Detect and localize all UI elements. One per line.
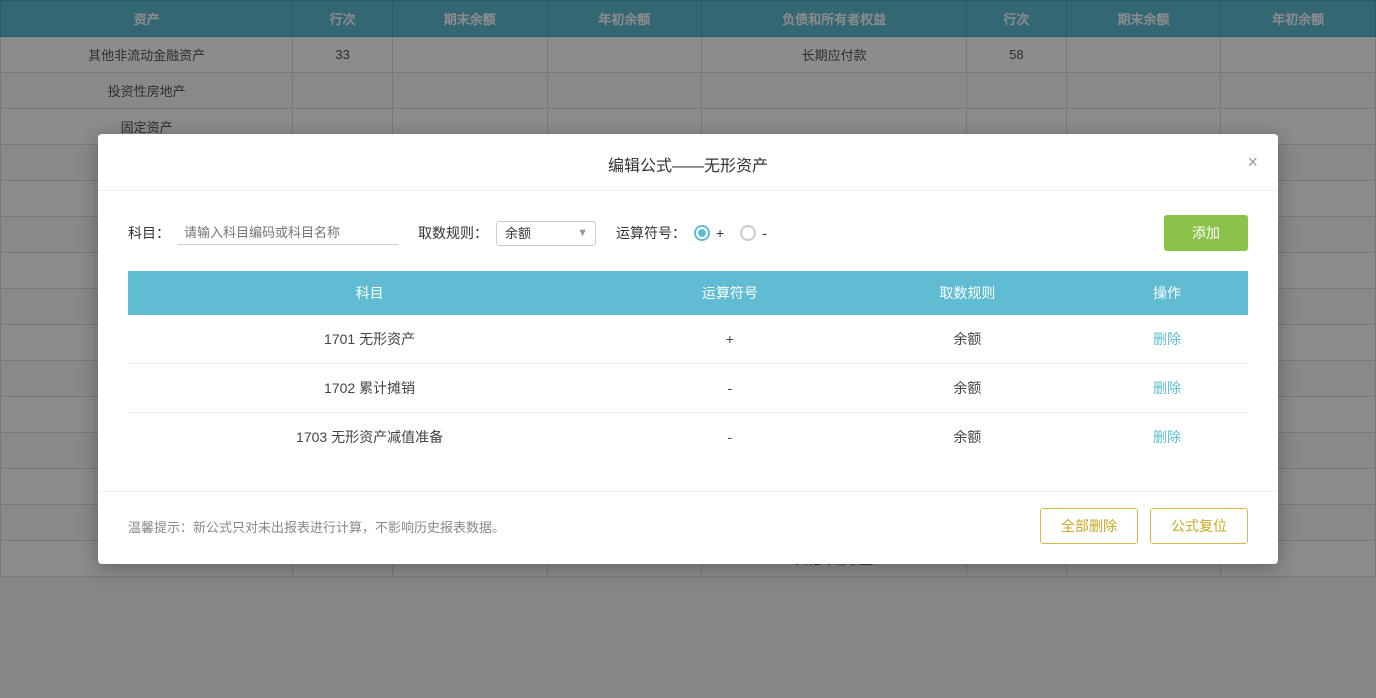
operator-radio-group: + - xyxy=(694,225,767,241)
row2-subject: 1702 累计摊销 xyxy=(128,364,611,413)
modal-footer: 温馨提示：新公式只对未出报表进行计算，不影响历史报表数据。 全部删除 公式复位 xyxy=(98,491,1278,564)
col-rule: 取数规则 xyxy=(849,271,1086,315)
radio-minus-circle xyxy=(740,225,756,241)
rule-group: 取数规则： 余额 借方 贷方 ▼ xyxy=(418,221,596,246)
add-button[interactable]: 添加 xyxy=(1164,215,1248,251)
col-subject: 科目 xyxy=(128,271,611,315)
radio-plus-circle xyxy=(694,225,710,241)
delete-all-button[interactable]: 全部删除 xyxy=(1040,508,1138,544)
subject-input[interactable] xyxy=(178,221,398,245)
row3-delete-link[interactable]: 删除 xyxy=(1153,429,1181,445)
table-row: 1701 无形资产 + 余额 删除 xyxy=(128,315,1248,364)
table-row: 1703 无形资产减值准备 - 余额 删除 xyxy=(128,413,1248,462)
col-action: 操作 xyxy=(1086,271,1248,315)
row3-operator: - xyxy=(611,413,848,462)
rule-label: 取数规则： xyxy=(418,223,488,243)
formula-table: 科目 运算符号 取数规则 操作 1701 无形资产 + 余额 删除 1702 累… xyxy=(128,271,1248,461)
row1-delete-link[interactable]: 删除 xyxy=(1153,331,1181,347)
modal-title: 编辑公式——无形资产 xyxy=(608,158,768,175)
col-operator: 运算符号 xyxy=(611,271,848,315)
operator-plus-label: + xyxy=(716,225,724,241)
rule-select-wrapper: 余额 借方 贷方 ▼ xyxy=(496,221,596,246)
subject-label: 科目： xyxy=(128,223,170,243)
modal-header: 编辑公式——无形资产 × xyxy=(98,134,1278,191)
edit-formula-modal: 编辑公式——无形资产 × 科目： 取数规则： 余额 借方 贷方 ▼ xyxy=(98,134,1278,564)
reset-formula-button[interactable]: 公式复位 xyxy=(1150,508,1248,544)
row2-operator: - xyxy=(611,364,848,413)
modal-close-button[interactable]: × xyxy=(1247,153,1258,171)
hint-text: 温馨提示：新公式只对未出报表进行计算，不影响历史报表数据。 xyxy=(128,517,505,536)
operator-group: 运算符号： + - xyxy=(616,223,767,243)
row3-rule: 余额 xyxy=(849,413,1086,462)
row3-subject: 1703 无形资产减值准备 xyxy=(128,413,611,462)
row1-operator: + xyxy=(611,315,848,364)
row2-delete-link[interactable]: 删除 xyxy=(1153,380,1181,396)
row2-rule: 余额 xyxy=(849,364,1086,413)
modal-body: 科目： 取数规则： 余额 借方 贷方 ▼ 运算符号： xyxy=(98,191,1278,481)
footer-buttons: 全部删除 公式复位 xyxy=(1040,508,1248,544)
row1-rule: 余额 xyxy=(849,315,1086,364)
table-row: 1702 累计摊销 - 余额 删除 xyxy=(128,364,1248,413)
row1-subject: 1701 无形资产 xyxy=(128,315,611,364)
operator-label: 运算符号： xyxy=(616,223,686,243)
operator-minus-radio[interactable]: - xyxy=(740,225,767,241)
subject-group: 科目： xyxy=(128,221,398,245)
rule-select[interactable]: 余额 借方 贷方 xyxy=(496,221,596,246)
operator-plus-radio[interactable]: + xyxy=(694,225,724,241)
form-row: 科目： 取数规则： 余额 借方 贷方 ▼ 运算符号： xyxy=(128,215,1248,251)
operator-minus-label: - xyxy=(762,225,767,241)
